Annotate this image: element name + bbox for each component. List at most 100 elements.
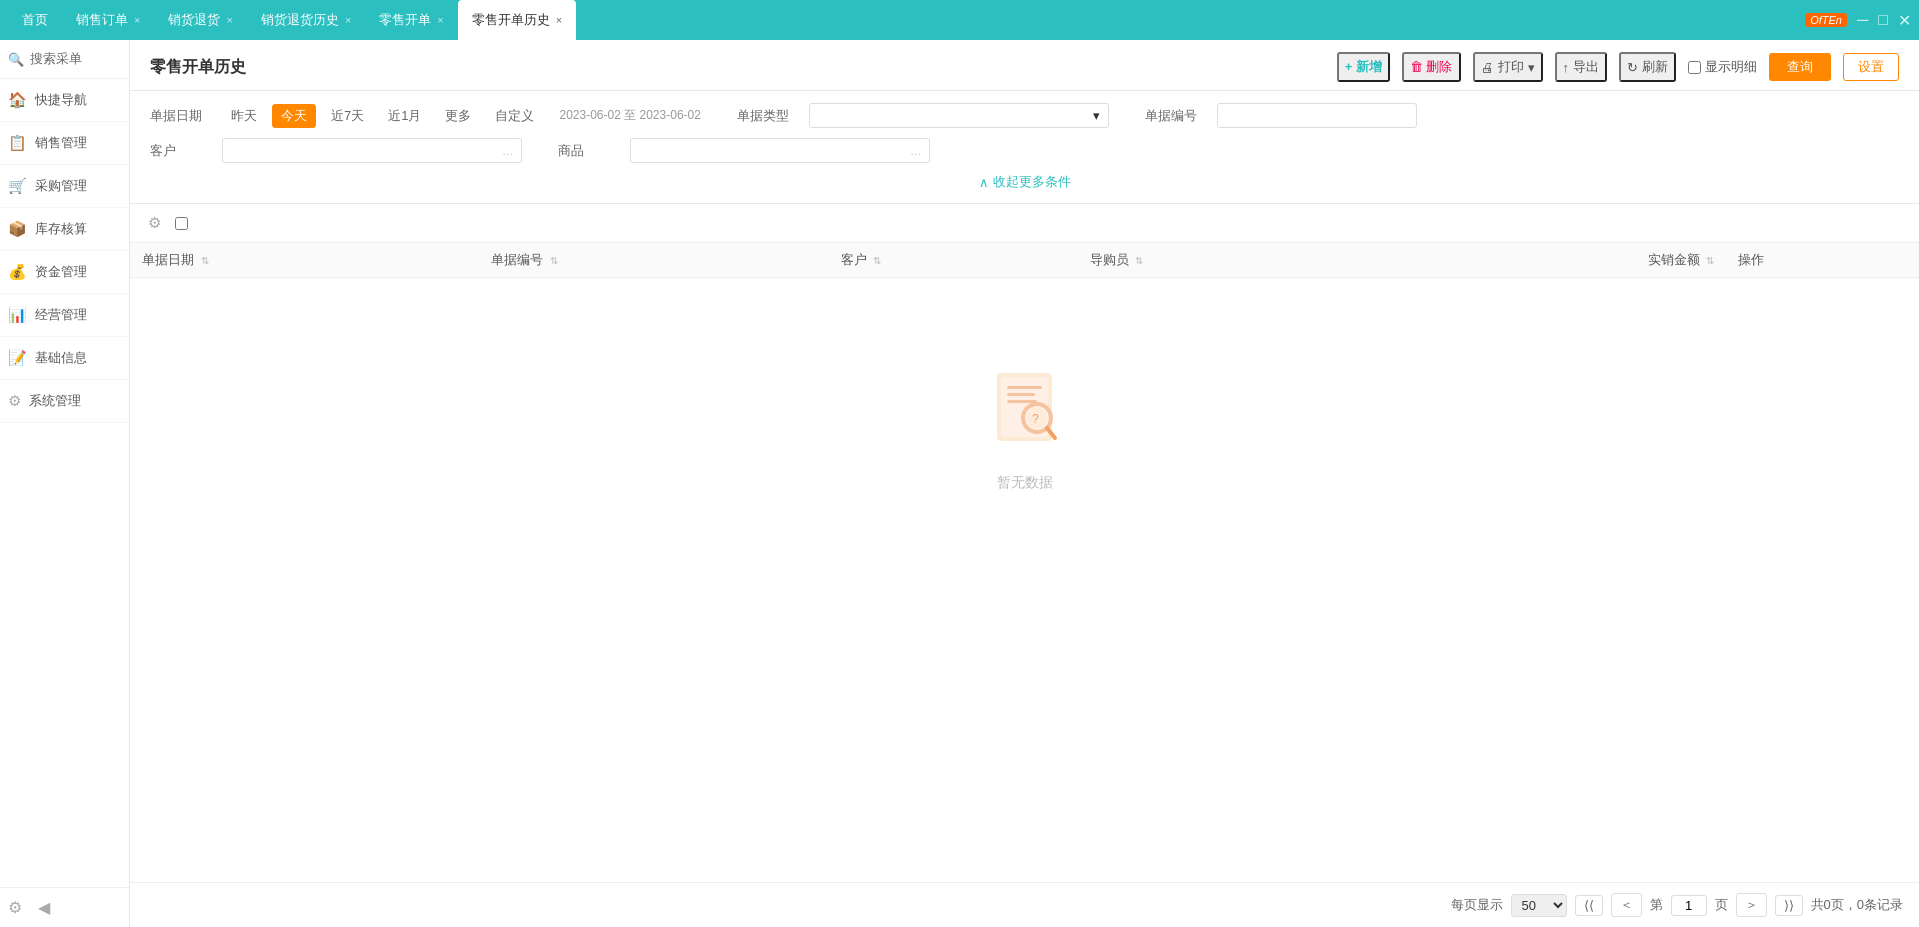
goods-ellipsis: ... (910, 143, 921, 158)
customer-label: 客户 (150, 142, 206, 160)
sales-icon: 📋 (8, 134, 27, 152)
sidebar-item-label-system: 系统管理 (29, 392, 81, 410)
display-detail-checkbox[interactable]: 显示明细 (1688, 58, 1757, 76)
date-btn-1month[interactable]: 近1月 (379, 104, 430, 128)
table-body: ? 暂无数据 (130, 278, 1919, 573)
basic-icon: 📝 (8, 349, 27, 367)
col-date[interactable]: 单据日期 ⇅ (130, 243, 479, 278)
page-word: 第 (1650, 896, 1663, 914)
tab-retail-history-close[interactable]: × (556, 14, 562, 26)
tab-sales-order-label: 销售订单 (76, 11, 128, 29)
date-btn-7days[interactable]: 近7天 (322, 104, 373, 128)
empty-area: ? 暂无数据 (130, 278, 1919, 572)
collapse-bar[interactable]: ∧ 收起更多条件 (150, 173, 1899, 191)
sidebar-item-label-purchase: 采购管理 (35, 177, 87, 195)
export-icon: ↑ (1563, 60, 1570, 75)
tab-retail-history[interactable]: 零售开单历史 × (458, 0, 576, 40)
query-button[interactable]: 查询 (1769, 53, 1831, 81)
empty-illustration: ? (975, 358, 1075, 458)
system-icon: ⚙ (8, 392, 21, 410)
refresh-button[interactable]: ↻ 刷新 (1619, 52, 1676, 82)
select-all-checkbox[interactable] (175, 217, 188, 230)
purchase-icon: 🛒 (8, 177, 27, 195)
collapse-label: 收起更多条件 (993, 173, 1071, 191)
page-header: 零售开单历史 + 新增 🗑 删除 🖨 打印 ▾ ↑ 导出 ↻ 刷新 (130, 40, 1919, 91)
tab-sales-return-close[interactable]: × (226, 14, 232, 26)
col-customer[interactable]: 客户 ⇅ (829, 243, 1078, 278)
tab-sales-return[interactable]: 销货退货 × (154, 0, 246, 40)
setting-button[interactable]: 设置 (1843, 53, 1899, 81)
settings-icon[interactable]: ⚙ (8, 898, 22, 917)
tab-sales-return-history-close[interactable]: × (345, 14, 351, 26)
page-size-select[interactable]: 20 50 100 (1511, 894, 1567, 917)
often-badge: OfTEn (1805, 13, 1847, 27)
sidebar-item-finance[interactable]: 💰 资金管理 (0, 251, 129, 294)
col-action: 操作 (1726, 243, 1919, 278)
sidebar-item-basic[interactable]: 📝 基础信息 (0, 337, 129, 380)
display-detail-input[interactable] (1688, 61, 1701, 74)
sidebar-item-system[interactable]: ⚙ 系统管理 (0, 380, 129, 423)
delete-button[interactable]: 🗑 删除 (1402, 52, 1461, 82)
sidebar-item-inventory[interactable]: 📦 库存核算 (0, 208, 129, 251)
bill-type-select[interactable]: ▾ (809, 103, 1109, 128)
col-amount[interactable]: 实销金额 ⇅ (1377, 243, 1726, 278)
window-close[interactable]: ✕ (1898, 11, 1911, 30)
top-nav-right: OfTEn ─ □ ✕ (1805, 11, 1911, 30)
data-table: 单据日期 ⇅ 单据编号 ⇅ 客户 ⇅ 导购员 ⇅ (130, 243, 1919, 572)
date-btn-yesterday[interactable]: 昨天 (222, 104, 266, 128)
window-maximize[interactable]: □ (1878, 11, 1888, 29)
tab-retail-open-close[interactable]: × (437, 14, 443, 26)
refresh-icon: ↻ (1627, 60, 1638, 75)
column-settings-button[interactable]: ⚙ (142, 212, 167, 234)
col-no-sort: ⇅ (550, 255, 558, 266)
col-customer-sort: ⇅ (873, 255, 881, 266)
print-icon: 🖨 (1481, 60, 1494, 75)
tab-sales-return-history[interactable]: 销货退货历史 × (247, 0, 365, 40)
col-no[interactable]: 单据编号 ⇅ (479, 243, 828, 278)
goods-input[interactable]: ... (630, 138, 930, 163)
next-page-button[interactable]: ＞ (1736, 893, 1767, 917)
inventory-icon: 📦 (8, 220, 27, 238)
sidebar-item-operation[interactable]: 📊 经营管理 (0, 294, 129, 337)
sidebar-item-label-finance: 资金管理 (35, 263, 87, 281)
sidebar-item-quick-nav[interactable]: 🏠 快捷导航 (0, 79, 129, 122)
sidebar-item-label-basic: 基础信息 (35, 349, 87, 367)
tab-retail-history-label: 零售开单历史 (472, 11, 550, 29)
window-minimize[interactable]: ─ (1857, 11, 1868, 29)
tab-home-label: 首页 (22, 11, 48, 29)
sidebar-search[interactable]: 🔍 搜索采单 (0, 40, 129, 79)
print-button[interactable]: 🖨 打印 ▾ (1473, 52, 1543, 82)
sidebar-item-purchase[interactable]: 🛒 采购管理 (0, 165, 129, 208)
collapse-sidebar-icon[interactable]: ◀ (38, 898, 50, 917)
col-guide[interactable]: 导购员 ⇅ (1078, 243, 1377, 278)
customer-input[interactable]: ... (222, 138, 522, 163)
date-range: 2023-06-02 至 2023-06-02 (559, 107, 700, 124)
svg-rect-2 (1007, 386, 1042, 389)
first-page-button[interactable]: ⟨⟨ (1575, 895, 1603, 916)
sidebar-item-label-operation: 经营管理 (35, 306, 87, 324)
col-date-sort: ⇅ (201, 255, 209, 266)
col-customer-label: 客户 (841, 252, 867, 267)
date-btn-custom[interactable]: 自定义 (486, 104, 543, 128)
export-button[interactable]: ↑ 导出 (1555, 52, 1608, 82)
search-icon: 🔍 (8, 52, 24, 67)
table-toolbar: ⚙ (130, 204, 1919, 243)
col-amount-label: 实销金额 (1648, 252, 1700, 267)
date-btn-more[interactable]: 更多 (436, 104, 480, 128)
prev-page-button[interactable]: ＜ (1611, 893, 1642, 917)
bill-no-input[interactable] (1217, 103, 1417, 128)
tab-sales-order[interactable]: 销售订单 × (62, 0, 154, 40)
sidebar: 🔍 搜索采单 🏠 快捷导航 📋 销售管理 🛒 采购管理 📦 库存核算 💰 资金管… (0, 40, 130, 927)
last-page-button[interactable]: ⟩⟩ (1775, 895, 1803, 916)
tab-sales-order-close[interactable]: × (134, 14, 140, 26)
date-btn-today[interactable]: 今天 (272, 104, 316, 128)
tab-home[interactable]: 首页 (8, 0, 62, 40)
add-button[interactable]: + 新增 (1337, 52, 1390, 82)
sidebar-item-label-quick-nav: 快捷导航 (35, 91, 87, 109)
tab-retail-open[interactable]: 零售开单 × (365, 0, 457, 40)
svg-text:?: ? (1032, 412, 1039, 426)
tab-sales-return-history-label: 销货退货历史 (261, 11, 339, 29)
tab-retail-open-label: 零售开单 (379, 11, 431, 29)
page-number-input[interactable] (1671, 895, 1707, 916)
sidebar-item-sales[interactable]: 📋 销售管理 (0, 122, 129, 165)
